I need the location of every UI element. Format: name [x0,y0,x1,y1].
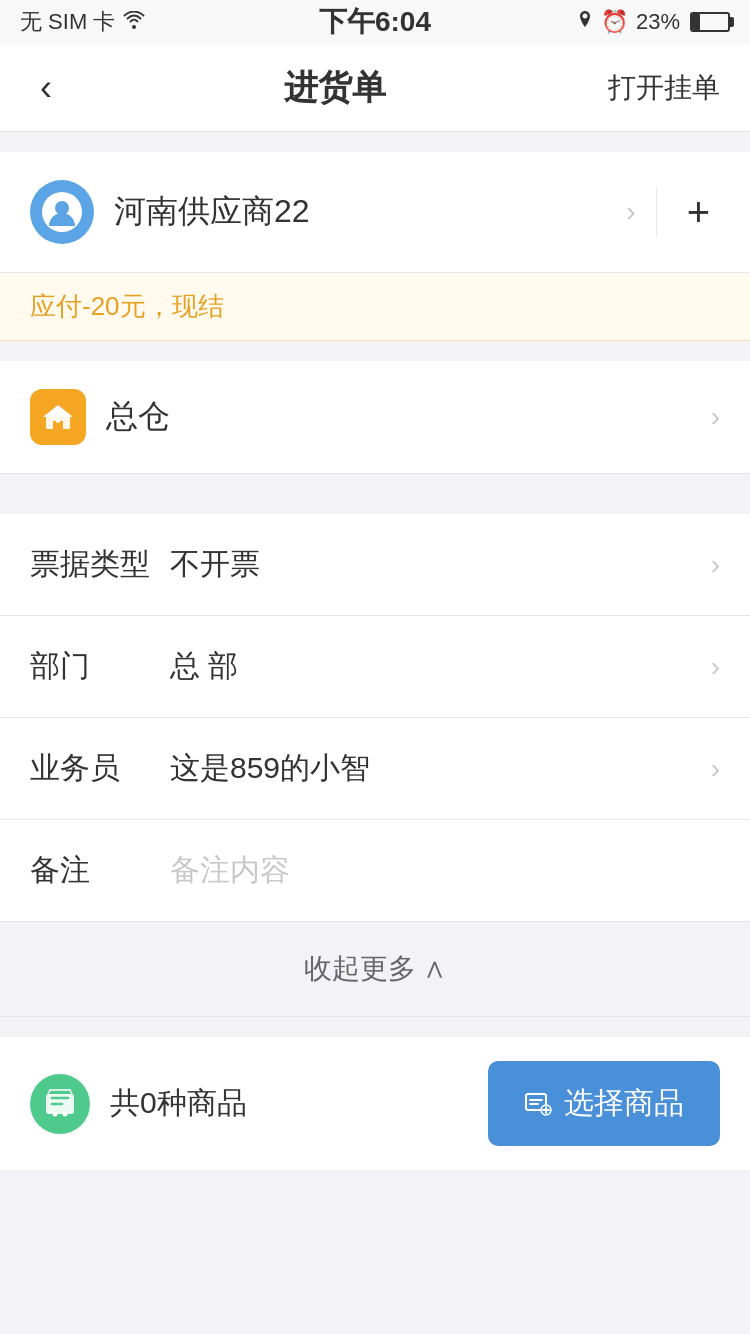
info-banner: 应付-20元，现结 [0,273,750,341]
invoice-type-chevron-icon: › [711,549,720,581]
svg-point-4 [56,419,60,423]
product-cart-icon [30,1074,90,1134]
body-rest [0,1170,750,1334]
info-banner-text: 应付-20元，现结 [30,291,224,321]
salesman-row[interactable]: 业务员 这是859的小智 › [0,718,750,820]
collapse-button[interactable]: 收起更多 ∧ [0,921,750,1017]
section-gap-3 [0,474,750,494]
page-title: 进货单 [284,65,386,111]
warehouse-row[interactable]: 总仓 › [0,361,750,474]
salesman-value: 这是859的小智 [170,748,711,789]
invoice-type-label: 票据类型 [30,544,150,585]
vertical-divider [656,187,657,237]
warehouse-name: 总仓 [106,395,711,439]
back-button[interactable]: ‹ [30,57,62,119]
wifi-icon [123,9,145,35]
battery-icon [690,12,730,32]
department-value: 总 部 [170,646,711,687]
invoice-type-row[interactable]: 票据类型 不开票 › [0,514,750,616]
svg-point-0 [55,201,69,215]
invoice-type-value: 不开票 [170,544,711,585]
select-product-button[interactable]: 选择商品 [488,1061,720,1146]
supplier-chevron-icon: › [626,196,635,228]
svg-point-7 [63,1111,68,1116]
status-right: ⏰ 23% [577,9,730,35]
remarks-input[interactable]: 备注内容 [170,850,720,891]
supplier-row[interactable]: 河南供应商22 › + [0,152,750,273]
department-row[interactable]: 部门 总 部 › [0,616,750,718]
status-left: 无 SIM 卡 [20,7,145,37]
nav-bar: ‹ 进货单 打开挂单 [0,44,750,132]
supplier-card: 河南供应商22 › + 应付-20元，现结 [0,152,750,341]
svg-point-6 [53,1111,58,1116]
remarks-row[interactable]: 备注 备注内容 [0,820,750,921]
carrier-label: 无 SIM 卡 [20,7,115,37]
status-time: 下午6:04 [319,3,431,41]
section-gap-1 [0,132,750,152]
svg-marker-2 [43,405,73,417]
open-pending-button[interactable]: 打开挂单 [608,69,720,107]
salesman-chevron-icon: › [711,753,720,785]
salesman-label: 业务员 [30,748,150,789]
remarks-label: 备注 [30,850,150,891]
battery-percentage: 23% [636,9,680,35]
warehouse-card: 总仓 › [0,361,750,474]
supplier-name: 河南供应商22 [114,190,626,234]
department-chevron-icon: › [711,651,720,683]
bottom-section: 共0种商品 选择商品 [0,1037,750,1170]
alarm-icon: ⏰ [601,9,628,35]
select-product-label: 选择商品 [564,1083,684,1124]
add-supplier-button[interactable]: + [677,190,720,235]
form-section: 票据类型 不开票 › 部门 总 部 › 业务员 这是859的小智 › 备注 备注… [0,514,750,921]
product-count-label: 共0种商品 [110,1083,468,1124]
warehouse-chevron-icon: › [711,401,720,433]
location-icon [577,9,593,35]
status-bar: 无 SIM 卡 下午6:04 ⏰ 23% [0,0,750,44]
supplier-avatar [30,180,94,244]
department-label: 部门 [30,646,150,687]
warehouse-icon [30,389,86,445]
section-gap-2 [0,341,750,361]
